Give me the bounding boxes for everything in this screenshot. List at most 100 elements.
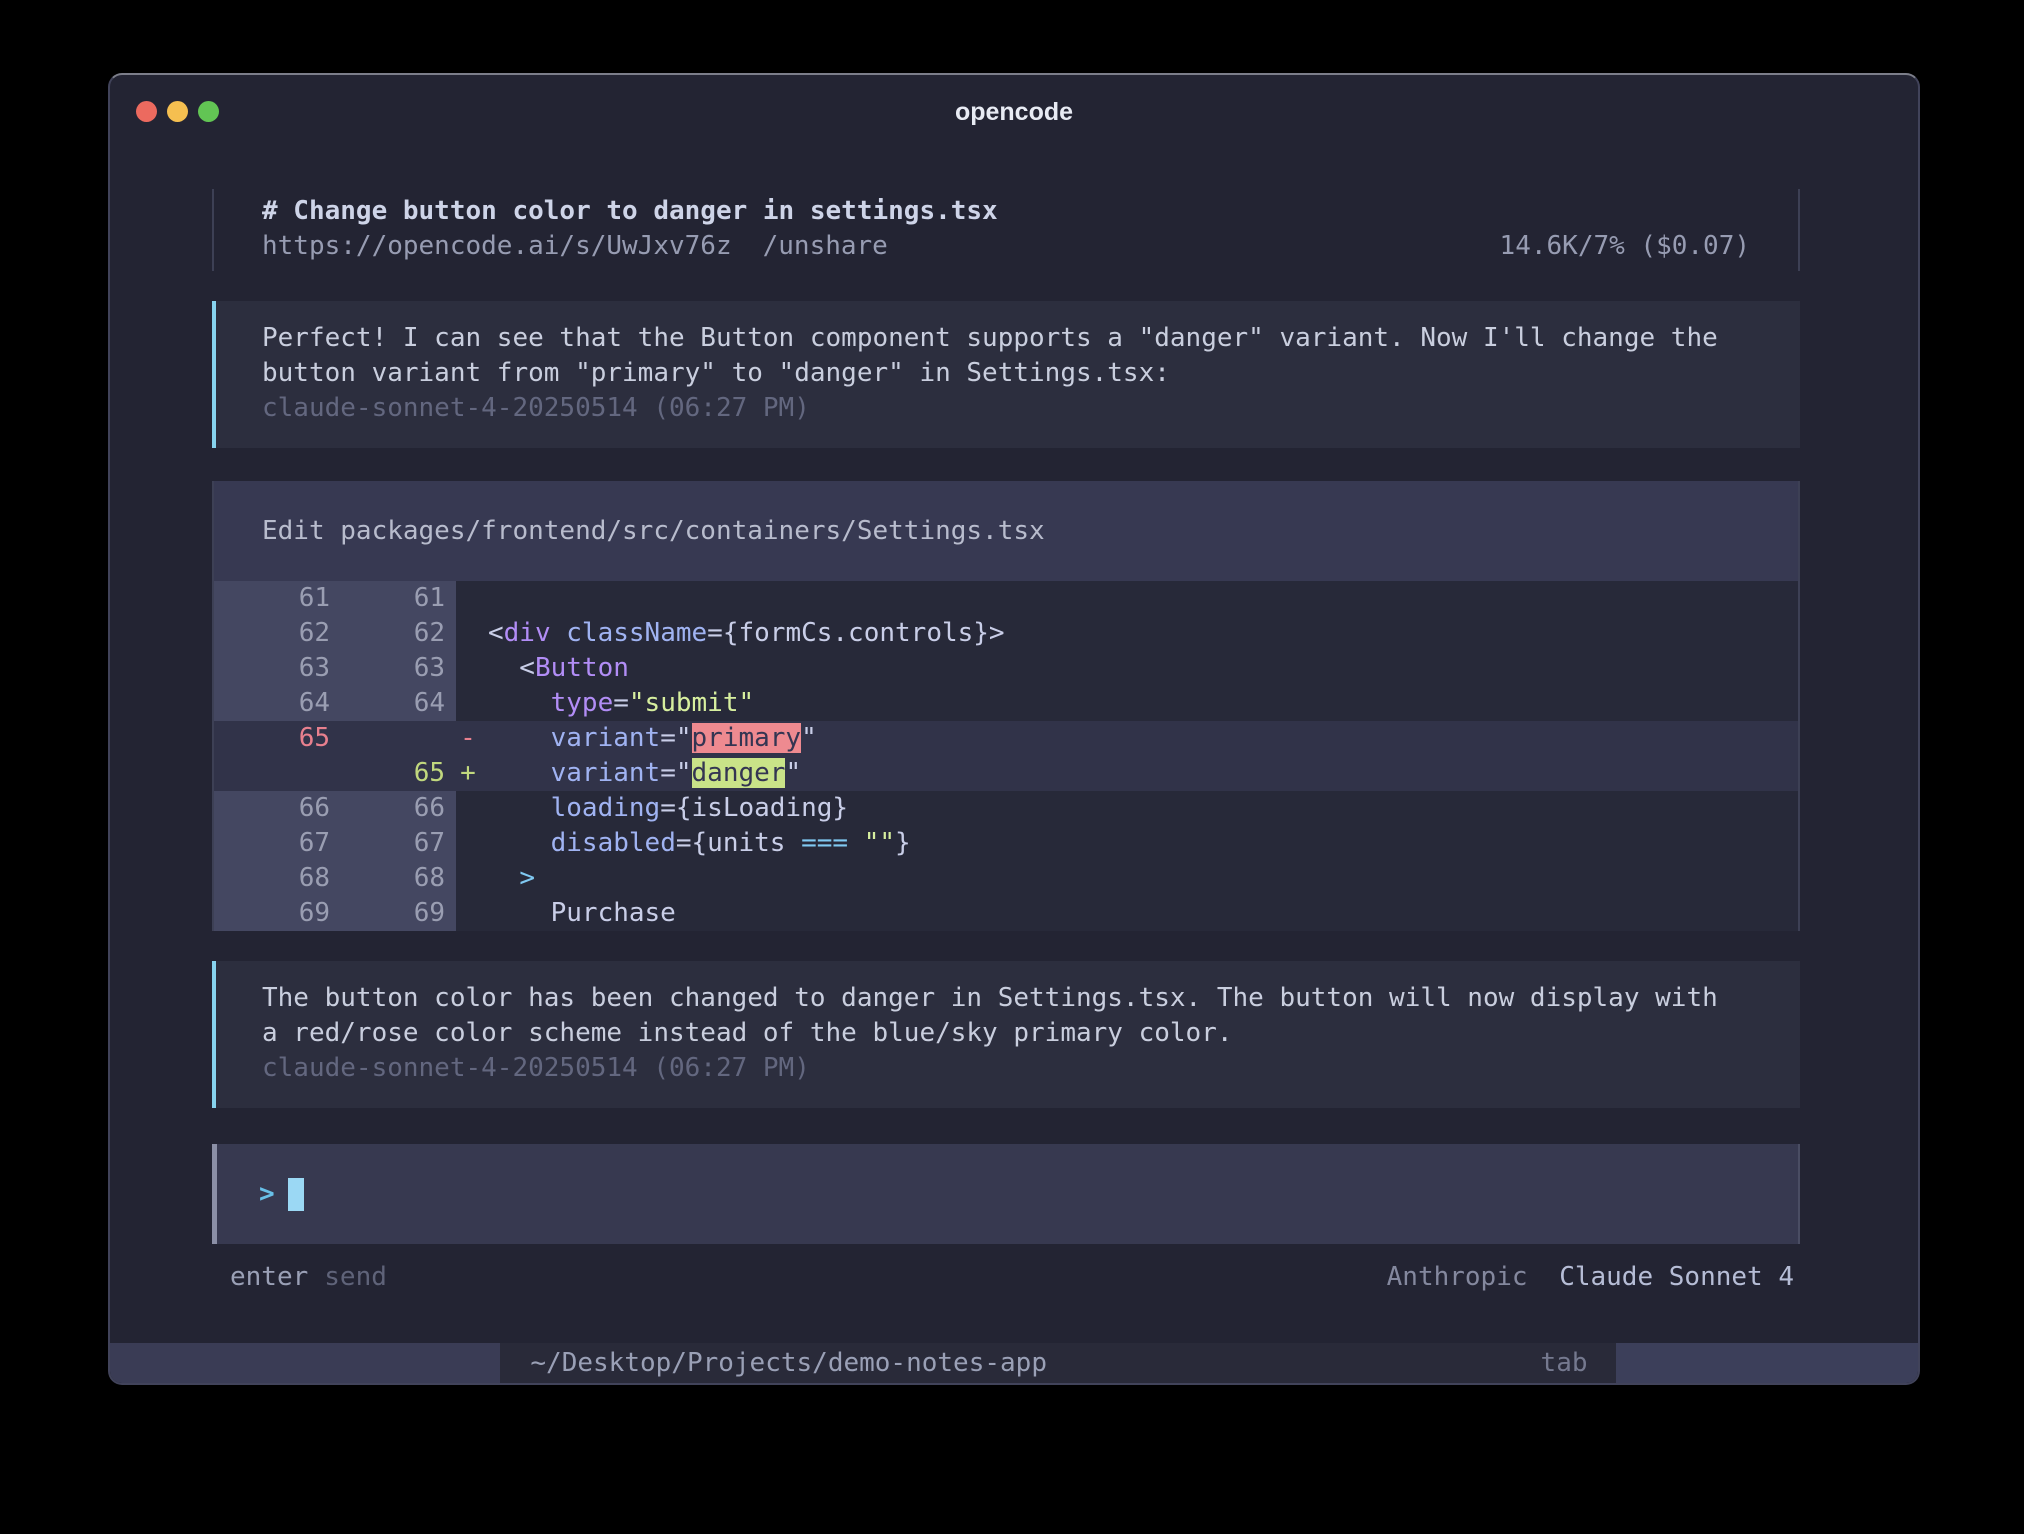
code-token: Button: [535, 653, 629, 683]
code-token: ={units: [676, 828, 801, 858]
assistant-message-2: The button color has been changed to dan…: [212, 961, 1800, 1108]
code-line: disabled={units === ""}: [480, 826, 1798, 861]
diff-row: 6363 <Button: [214, 651, 1798, 686]
diff-row: 6161: [214, 581, 1798, 616]
new-line-number: 65: [330, 756, 456, 791]
code-token: =: [613, 688, 629, 718]
diff-sign: [456, 861, 480, 896]
code-line: variant="primary": [480, 721, 1798, 756]
code-token: ": [785, 758, 801, 788]
code-token: <: [488, 653, 535, 683]
code-token: [488, 758, 551, 788]
terminal-content: # Change button color to danger in setti…: [110, 145, 1918, 1343]
maximize-window-button[interactable]: [198, 101, 219, 122]
old-line-number: 66: [214, 791, 330, 826]
code-token: div: [504, 618, 551, 648]
new-line-number: 62: [330, 616, 456, 651]
code-token: ={formCs.controls}>: [707, 618, 1004, 648]
working-directory: ~/Desktop/Projects/demo-notes-app: [530, 1343, 1047, 1383]
message-text-line: button variant from "primary" to "danger…: [262, 356, 1752, 391]
diff-row: 6969 Purchase: [214, 896, 1798, 931]
code-token: "": [864, 828, 895, 858]
mode-chip: BUILD MODE: [1616, 1343, 1918, 1383]
prompt-symbol: >: [259, 1179, 275, 1209]
code-token: [488, 863, 519, 893]
old-line-number: 69: [214, 896, 330, 931]
code-line: loading={isLoading}: [480, 791, 1798, 826]
traffic-lights: [136, 101, 219, 122]
window-titlebar: opencode: [110, 75, 1918, 145]
diff-row: 65+ variant="danger": [214, 756, 1798, 791]
unshare-command[interactable]: /unshare: [763, 229, 888, 264]
code-token: ===: [801, 828, 848, 858]
old-line-number: 61: [214, 581, 330, 616]
code-line: variant="danger": [480, 756, 1798, 791]
diff-row: 6767 disabled={units === ""}: [214, 826, 1798, 861]
diff-row: 6262<div className={formCs.controls}>: [214, 616, 1798, 651]
hint-bar: enter send Anthropic Claude Sonnet 4: [212, 1260, 1800, 1295]
status-bar: opencode v0.3.11 ~/Desktop/Projects/demo…: [110, 1343, 1918, 1383]
code-token: [488, 828, 551, 858]
code-token: "submit": [629, 688, 754, 718]
diff-row: 6666 loading={isLoading}: [214, 791, 1798, 826]
minimize-window-button[interactable]: [167, 101, 188, 122]
diff-row: 65 - variant="primary": [214, 721, 1798, 756]
tab-key-hint: tab: [1541, 1343, 1588, 1383]
code-token: [551, 618, 567, 648]
app-version-chip: opencode v0.3.11: [110, 1343, 500, 1383]
code-line: type="submit": [480, 686, 1798, 721]
message-text-line: a red/rose color scheme instead of the b…: [262, 1016, 1752, 1051]
diff-sign: [456, 896, 480, 931]
code-token: [488, 688, 551, 718]
assistant-message-1: Perfect! I can see that the Button compo…: [212, 301, 1800, 448]
code-token: =": [660, 758, 691, 788]
code-line: Purchase: [480, 896, 1798, 931]
old-line-number: 64: [214, 686, 330, 721]
diff-sign: [456, 651, 480, 686]
model-name: Claude Sonnet 4: [1559, 1262, 1794, 1292]
code-token: >: [519, 863, 535, 893]
diff-view: 61616262<div className={formCs.controls}…: [214, 581, 1798, 931]
diff-row: 6464 type="submit": [214, 686, 1798, 721]
code-token: [488, 793, 551, 823]
code-line: >: [480, 861, 1798, 896]
token-usage-stat: 14.6K/7% ($0.07): [1500, 229, 1750, 264]
code-token: className: [566, 618, 707, 648]
old-line-number: 68: [214, 861, 330, 896]
code-token: =": [660, 723, 691, 753]
diff-sign: [456, 581, 480, 616]
old-line-number: 67: [214, 826, 330, 861]
new-line-number: 68: [330, 861, 456, 896]
session-header: # Change button color to danger in setti…: [212, 189, 1800, 271]
send-action-hint: send: [324, 1260, 387, 1295]
message-text-line: The button color has been changed to dan…: [262, 981, 1752, 1016]
code-token: }: [895, 828, 911, 858]
close-window-button[interactable]: [136, 101, 157, 122]
edit-tool-card: Edit packages/frontend/src/containers/Se…: [212, 481, 1800, 931]
model-timestamp-meta: claude-sonnet-4-20250514 (06:27 PM): [262, 1051, 1752, 1086]
session-title: # Change button color to danger in setti…: [262, 194, 1750, 229]
code-token: [848, 828, 864, 858]
share-url-link[interactable]: https://opencode.ai/s/UwJxv76z: [262, 229, 732, 264]
diff-sign: [456, 791, 480, 826]
diff-sign: [456, 826, 480, 861]
diff-sign: [456, 686, 480, 721]
prompt-input[interactable]: >: [212, 1144, 1800, 1244]
message-text-line: Perfect! I can see that the Button compo…: [262, 321, 1752, 356]
model-timestamp-meta: claude-sonnet-4-20250514 (06:27 PM): [262, 391, 1752, 426]
window-title: opencode: [110, 75, 1918, 149]
session-subheader: https://opencode.ai/s/UwJxv76z /unshare …: [262, 229, 1750, 264]
old-line-number: 62: [214, 616, 330, 651]
opencode-window: opencode # Change button color to danger…: [108, 73, 1920, 1385]
diff-sign: -: [456, 721, 480, 756]
new-line-number: 69: [330, 896, 456, 931]
new-line-number: 64: [330, 686, 456, 721]
new-line-number: [330, 721, 456, 756]
old-line-number: 65: [214, 721, 330, 756]
model-indicator: Anthropic Claude Sonnet 4: [1387, 1260, 1794, 1295]
text-cursor: [288, 1178, 304, 1211]
old-line-number: 63: [214, 651, 330, 686]
enter-key-hint: enter: [230, 1260, 308, 1295]
code-token: ": [801, 723, 817, 753]
new-line-number: 63: [330, 651, 456, 686]
